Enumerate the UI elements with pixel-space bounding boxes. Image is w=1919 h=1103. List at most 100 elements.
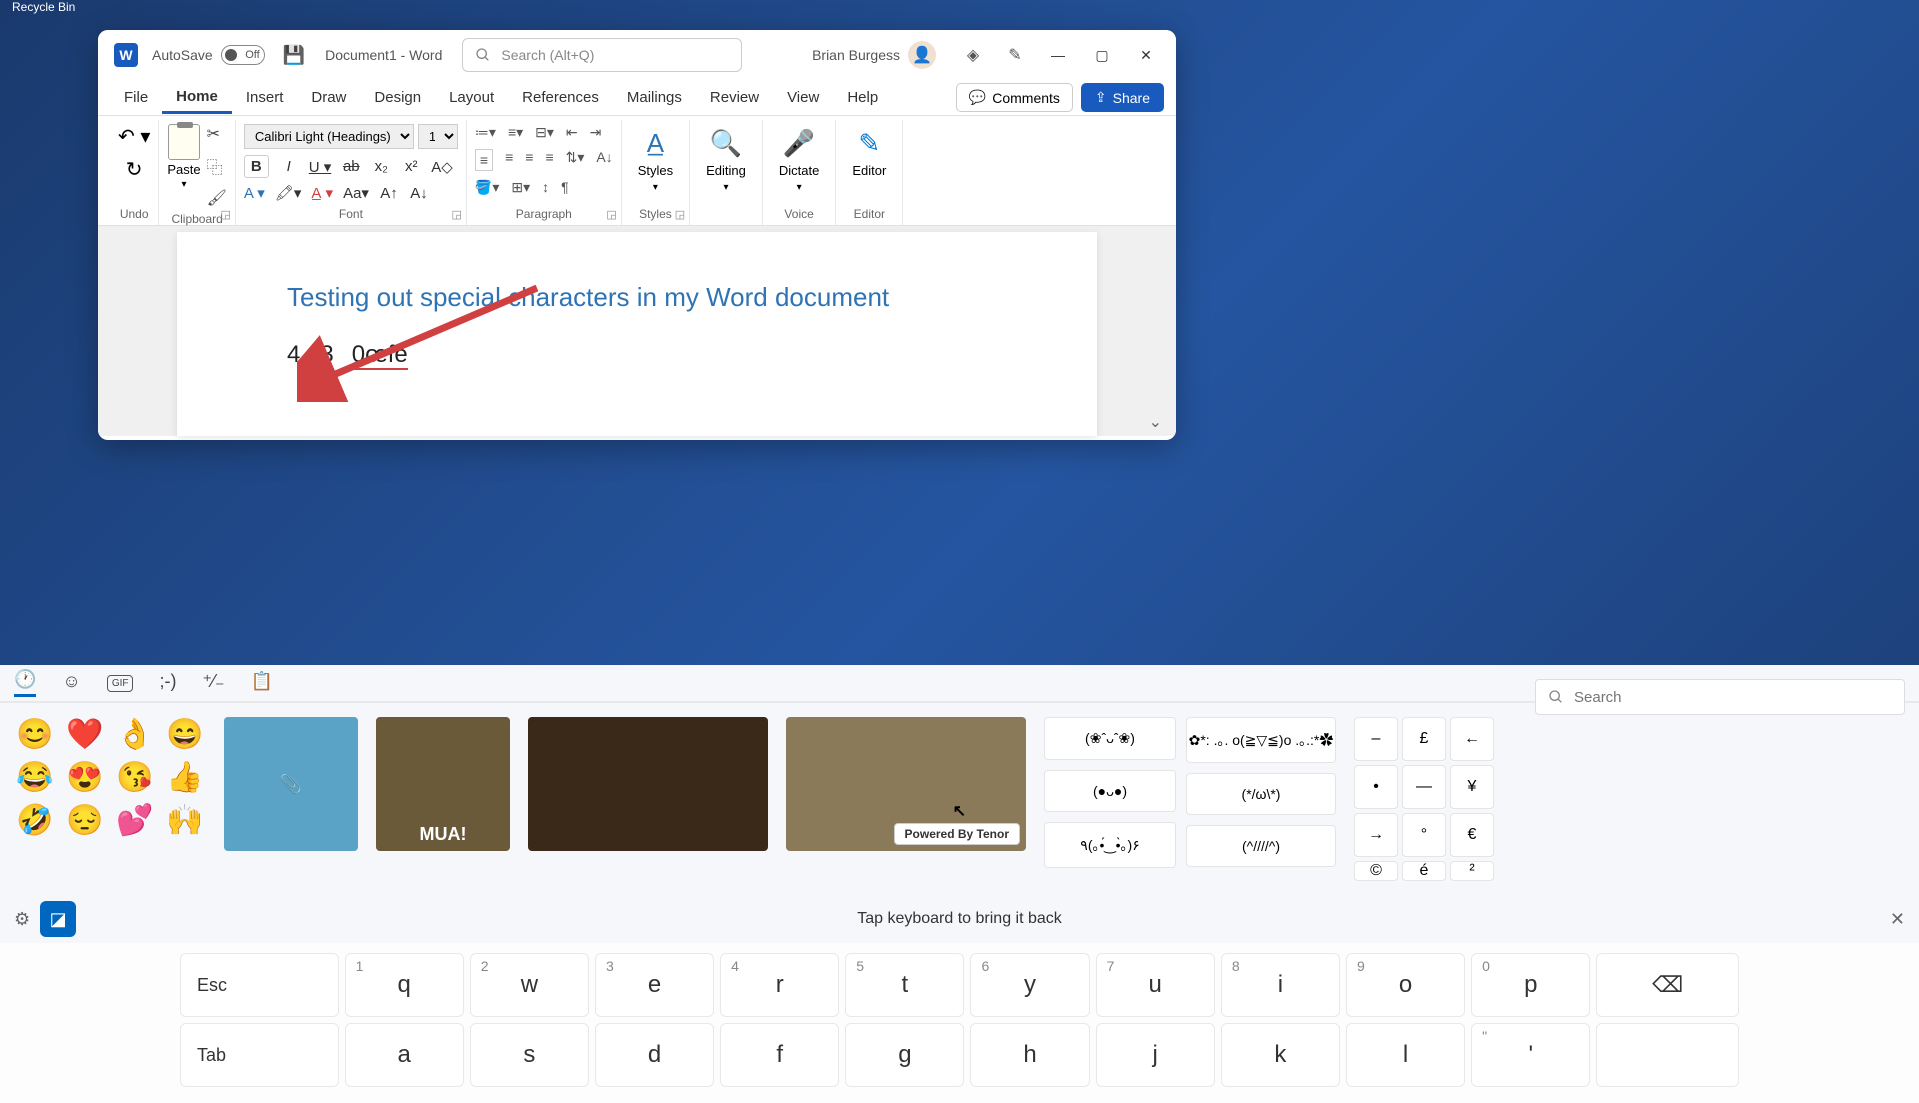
emoji-item[interactable]: 💕: [114, 803, 156, 838]
symbol-item[interactable]: →: [1354, 813, 1398, 857]
redo-icon[interactable]: ↻: [126, 157, 143, 182]
emoji-item[interactable]: ❤️: [64, 717, 106, 752]
key-esc[interactable]: Esc: [180, 953, 339, 1017]
emoji-item[interactable]: 😂: [14, 760, 56, 795]
key-q[interactable]: 1q: [345, 953, 464, 1017]
key-apostrophe[interactable]: "': [1471, 1023, 1590, 1087]
emoji-item[interactable]: 👍: [164, 760, 206, 795]
clipboard-launcher-icon[interactable]: ◲: [221, 208, 231, 221]
emoji-item[interactable]: 😊: [14, 717, 56, 752]
key-f[interactable]: f: [720, 1023, 839, 1087]
subscript-button[interactable]: x₂: [371, 158, 391, 175]
undo-icon[interactable]: ↶ ▾: [118, 124, 150, 149]
key-l[interactable]: l: [1346, 1023, 1465, 1087]
tab-symbols-icon[interactable]: ⁺⁄₋: [202, 671, 224, 696]
clear-format-icon[interactable]: A◇: [431, 158, 453, 176]
strike-button[interactable]: ab: [341, 158, 361, 175]
key-p[interactable]: 0p: [1471, 953, 1590, 1017]
share-button[interactable]: ⇪ Share: [1081, 83, 1164, 112]
key-tab[interactable]: Tab: [180, 1023, 339, 1087]
change-case-icon[interactable]: Aa▾: [343, 184, 369, 202]
line-spacing-icon[interactable]: ⇅▾: [566, 149, 585, 171]
key-k[interactable]: k: [1221, 1023, 1340, 1087]
emoji-item[interactable]: 🤣: [14, 803, 56, 838]
paragraph-launcher-icon[interactable]: ◲: [606, 208, 616, 221]
emoji-item[interactable]: 😘: [114, 760, 156, 795]
symbol-item[interactable]: °: [1402, 813, 1446, 857]
key-o[interactable]: 9o: [1346, 953, 1465, 1017]
minimize-button[interactable]: —: [1036, 33, 1080, 77]
symbol-item[interactable]: ¥: [1450, 765, 1494, 809]
symbol-item[interactable]: €: [1450, 813, 1494, 857]
cut-icon[interactable]: ✂: [207, 124, 227, 144]
kaomoji-item[interactable]: ✿*: .｡. o(≧▽≦)o .｡.:*✿: [1186, 717, 1336, 763]
styles-launcher-icon[interactable]: ◲: [675, 208, 685, 221]
kaomoji-item[interactable]: (❀ˆᴗˆ❀): [1044, 717, 1176, 760]
pen-icon[interactable]: ✎: [1000, 45, 1030, 65]
tab-review[interactable]: Review: [696, 83, 773, 112]
kaomoji-item[interactable]: (^////^): [1186, 825, 1336, 867]
align-center-icon[interactable]: ≡: [505, 149, 513, 171]
tab-home[interactable]: Home: [162, 82, 232, 114]
close-panel-icon[interactable]: ✕: [1890, 909, 1905, 930]
key-r[interactable]: 4r: [720, 953, 839, 1017]
tab-clipboard-icon[interactable]: 📋: [251, 671, 273, 696]
avatar[interactable]: 👤: [908, 41, 936, 69]
indent-icon[interactable]: ⇥: [590, 124, 602, 141]
symbol-item[interactable]: ²: [1450, 861, 1494, 881]
bold-button[interactable]: B: [244, 155, 269, 178]
copy-icon[interactable]: ⿻: [207, 154, 227, 178]
show-marks-icon[interactable]: ¶: [561, 179, 569, 196]
page[interactable]: Testing out special characters in my Wor…: [177, 232, 1097, 436]
justify-icon[interactable]: ≡: [545, 149, 553, 171]
tab-file[interactable]: File: [110, 83, 162, 112]
tab-layout[interactable]: Layout: [435, 83, 508, 112]
emoji-item[interactable]: 👌: [114, 717, 156, 752]
key-h[interactable]: h: [970, 1023, 1089, 1087]
outdent-icon[interactable]: ⇤: [566, 124, 578, 141]
symbol-item[interactable]: —: [1402, 765, 1446, 809]
tab-emoji-icon[interactable]: ☺: [62, 671, 80, 696]
tab-help[interactable]: Help: [833, 83, 892, 112]
symbol-item[interactable]: £: [1402, 717, 1446, 761]
multilevel-icon[interactable]: ⊟▾: [535, 124, 554, 141]
align-left-icon[interactable]: ≡: [475, 149, 493, 171]
document-area[interactable]: Testing out special characters in my Wor…: [98, 226, 1176, 436]
diamond-icon[interactable]: ◈: [958, 45, 988, 65]
collapse-ribbon-icon[interactable]: ⌄: [1149, 412, 1162, 432]
search-input[interactable]: Search (Alt+Q): [462, 38, 742, 72]
key-enter[interactable]: [1596, 1023, 1739, 1087]
kaomoji-item[interactable]: ٩(｡•́‿•̀｡)۶: [1044, 822, 1176, 868]
numbering-icon[interactable]: ≡▾: [508, 124, 523, 141]
tab-draw[interactable]: Draw: [297, 83, 360, 112]
key-u[interactable]: 7u: [1096, 953, 1215, 1017]
editing-button[interactable]: 🔍 Editing▾: [698, 124, 754, 197]
kaomoji-item[interactable]: (●ᴗ●): [1044, 770, 1176, 812]
dictate-button[interactable]: 🎤 Dictate▾: [771, 124, 827, 197]
gif-clippy[interactable]: 📎: [224, 717, 358, 851]
sort-icon[interactable]: A↓: [596, 149, 612, 171]
key-y[interactable]: 6y: [970, 953, 1089, 1017]
symbol-item[interactable]: ©: [1354, 861, 1398, 881]
italic-button[interactable]: I: [279, 158, 299, 175]
superscript-button[interactable]: x²: [401, 158, 421, 175]
emoji-item[interactable]: 😄: [164, 717, 206, 752]
tab-insert[interactable]: Insert: [232, 83, 298, 112]
shrink-font-icon[interactable]: A↓: [409, 185, 429, 202]
tab-kaomoji-icon[interactable]: ;-): [159, 671, 176, 696]
text-effects-icon[interactable]: A ▾: [244, 184, 265, 202]
gear-icon[interactable]: ⚙: [14, 909, 30, 930]
key-a[interactable]: a: [345, 1023, 464, 1087]
symbol-item[interactable]: –: [1354, 717, 1398, 761]
user-name[interactable]: Brian Burgess: [812, 47, 900, 63]
font-family-select[interactable]: Calibri Light (Headings): [244, 124, 414, 149]
format-painter-icon[interactable]: 🖌: [207, 188, 227, 208]
symbol-item[interactable]: é: [1402, 861, 1446, 881]
key-backspace[interactable]: ⌫: [1596, 953, 1739, 1017]
emoji-item[interactable]: 😍: [64, 760, 106, 795]
paste-button[interactable]: Paste▾: [167, 124, 200, 190]
key-w[interactable]: 2w: [470, 953, 589, 1017]
recycle-bin-label[interactable]: Recycle Bin: [12, 0, 75, 14]
key-t[interactable]: 5t: [845, 953, 964, 1017]
tab-references[interactable]: References: [508, 83, 613, 112]
